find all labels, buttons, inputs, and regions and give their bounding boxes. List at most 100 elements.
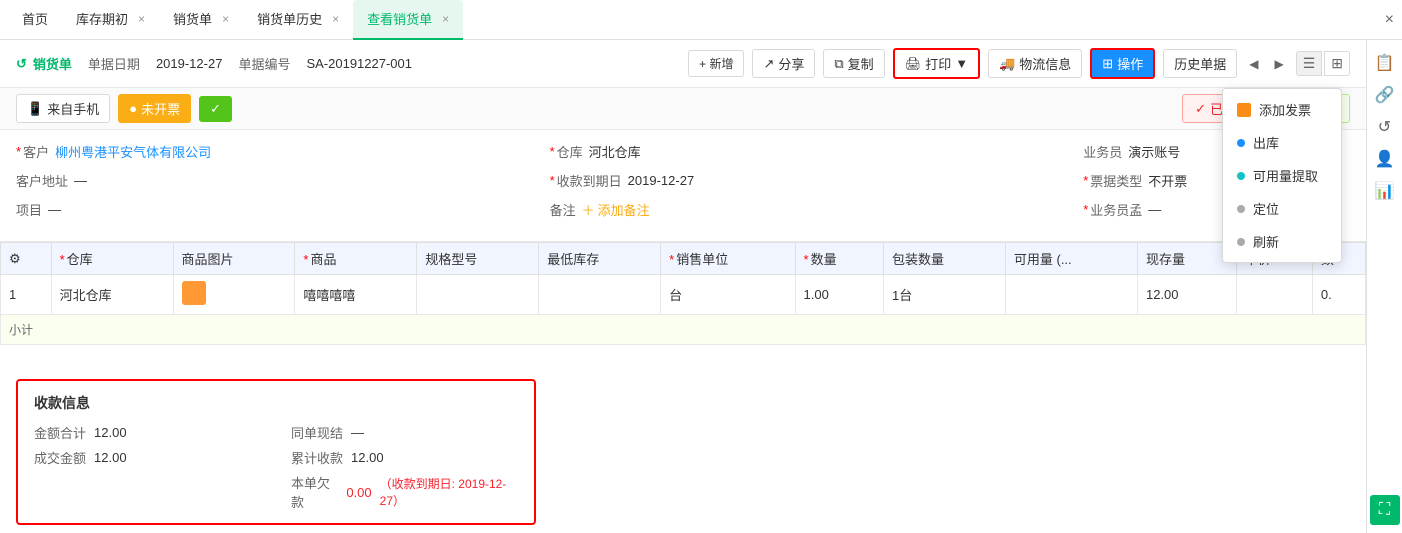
payment-owed: 本单欠款 0.00 （收款到期日: 2019-12-27） <box>291 473 518 511</box>
staff2-label: 业务员孟 <box>1090 200 1142 219</box>
history-button[interactable]: 历史单据 <box>1163 49 1237 78</box>
doc-header: ↺ 销货单 单据日期 2019-12-27 单据编号 SA-20191227-0… <box>0 40 1366 88</box>
view-toggle: ☰ ⊞ <box>1296 51 1350 76</box>
share-button[interactable]: ↗ 分享 <box>752 49 815 78</box>
payment-same-order: 同单现结 — <box>291 423 518 442</box>
col-gear[interactable]: ⚙ <box>1 243 52 275</box>
outbound-item[interactable]: 出库 <box>1223 126 1341 159</box>
same-order-value: — <box>351 425 364 440</box>
tab-bar: 首页 库存期初 × 销货单 × 销货单历史 × 查看销货单 × × <box>0 0 1402 40</box>
customer-field: * 客户 柳州粤港平安气体有限公司 <box>16 142 550 161</box>
same-order-label: 同单现结 <box>291 423 343 442</box>
prev-arrow[interactable]: ◀ <box>1245 57 1262 71</box>
payment-date-label: 收款到期日 <box>557 171 622 190</box>
from-phone-btn[interactable]: 📱 来自手机 <box>16 94 110 123</box>
cell-product: 嘻嘻嘻嘻 <box>295 275 417 315</box>
refresh-item[interactable]: 刷新 <box>1223 225 1341 258</box>
cell-amount: 0. <box>1312 275 1365 315</box>
grid-icon: ⊞ <box>1102 56 1113 72</box>
cumulative-label: 累计收款 <box>291 448 343 467</box>
table-header-row: ⚙ *仓库 商品图片 *商品 规格型号 最低库存 *销售单位 *数量 包装数量 … <box>1 243 1366 275</box>
ticket-required: * <box>1083 173 1088 188</box>
customer-label: 客户 <box>23 142 49 161</box>
warehouse-field: * 仓库 河北仓库 <box>550 142 1084 161</box>
col-unit: *销售单位 <box>661 243 795 275</box>
number-label: 单据编号 <box>238 54 290 73</box>
customer-value[interactable]: 柳州粤港平安气体有限公司 <box>55 142 211 161</box>
date-value: 2019-12-27 <box>156 56 223 71</box>
plus-icon: ＋ <box>582 200 595 219</box>
customer-required: * <box>16 144 21 159</box>
subtotal-label: 小计 <box>1 315 1366 345</box>
check-icon: ✓ <box>210 101 221 117</box>
available-qty-item[interactable]: 可用量提取 <box>1223 159 1341 192</box>
col-warehouse: *仓库 <box>51 243 173 275</box>
col-product: *商品 <box>295 243 417 275</box>
cell-warehouse: 河北仓库 <box>51 275 173 315</box>
operations-button[interactable]: ⊞ 操作 <box>1090 48 1155 79</box>
tab-view-sales-close[interactable]: × <box>442 12 449 26</box>
tab-inventory-close[interactable]: × <box>138 12 145 26</box>
copy-button[interactable]: ⧉ 复制 <box>823 49 884 78</box>
toolbar-row: 📱 来自手机 ● 未开票 ✓ ✓ 已核销 ✓ 已生效 <box>0 88 1366 130</box>
sidebar-user-icon[interactable]: 👤 <box>1370 144 1400 174</box>
date-label: 单据日期 <box>88 54 140 73</box>
sidebar-chart-icon[interactable]: 📊 <box>1370 176 1400 206</box>
owed-label: 本单欠款 <box>291 473 338 511</box>
tab-inventory[interactable]: 库存期初 × <box>62 0 159 40</box>
project-label: 项目 <box>16 200 42 219</box>
locate-item[interactable]: 定位 <box>1223 192 1341 225</box>
doc-meta: 单据日期 2019-12-27 单据编号 SA-20191227-001 <box>88 54 412 73</box>
add-invoice-item[interactable]: 添加发票 <box>1223 93 1341 126</box>
not-open-btn[interactable]: ● 未开票 <box>118 94 191 123</box>
phone-icon: 📱 <box>27 101 43 117</box>
tab-home[interactable]: 首页 <box>8 0 62 40</box>
sidebar-link-icon[interactable]: 🔗 <box>1370 80 1400 110</box>
payment-date-field: * 收款到期日 2019-12-27 <box>550 171 1084 190</box>
tab-sales[interactable]: 销货单 × <box>159 0 243 40</box>
col-min-stock: 最低库存 <box>539 243 661 275</box>
cumulative-value: 12.00 <box>351 450 384 465</box>
sales-table: ⚙ *仓库 商品图片 *商品 规格型号 最低库存 *销售单位 *数量 包装数量 … <box>0 242 1366 345</box>
add-note-btn[interactable]: ＋ 添加备注 <box>582 200 650 219</box>
right-sidebar: 📋 🔗 ↺ 👤 📊 ⛶ <box>1366 40 1402 533</box>
form-area: * 客户 柳州粤港平安气体有限公司 * 仓库 河北仓库 业务员 演示账号 客户地… <box>0 130 1366 242</box>
form-row-2: 客户地址 — * 收款到期日 2019-12-27 * 票据类型 不开票 <box>16 171 1350 190</box>
print-button[interactable]: 🖨 打印 ▼ <box>893 48 980 79</box>
tab-sales-history[interactable]: 销货单历史 × <box>243 0 353 40</box>
subtotal-row: 小计 <box>1 315 1366 345</box>
table-row: 1 河北仓库 嘻嘻嘻嘻 台 1.00 1台 12.00 <box>1 275 1366 315</box>
list-view-btn[interactable]: ☰ <box>1296 51 1323 76</box>
payment-info-box: 收款信息 金额合计 12.00 同单现结 — 成交金额 12.00 累计收款 1… <box>16 379 536 525</box>
refresh-icon <box>1237 238 1245 246</box>
cell-min-stock <box>539 275 661 315</box>
outbound-icon <box>1237 139 1245 147</box>
available-icon <box>1237 172 1245 180</box>
cell-avail <box>1005 275 1137 315</box>
cell-no: 1 <box>1 275 52 315</box>
new-button[interactable]: + 新增 <box>688 50 744 77</box>
tab-sales-history-close[interactable]: × <box>332 12 339 26</box>
next-arrow[interactable]: ▶ <box>1270 57 1287 71</box>
tab-sales-close[interactable]: × <box>222 12 229 26</box>
sidebar-expand-icon[interactable]: ⛶ <box>1370 495 1400 525</box>
staff2-value: — <box>1148 202 1161 217</box>
cell-qty: 1.00 <box>795 275 883 315</box>
tab-view-sales[interactable]: 查看销货单 × <box>353 0 463 40</box>
doc-icon: ↺ <box>16 56 27 72</box>
project-value: — <box>48 202 61 217</box>
owed-value: 0.00 <box>346 485 371 500</box>
cell-stock: 12.00 <box>1137 275 1236 315</box>
ticket-type-label: 票据类型 <box>1090 171 1142 190</box>
window-close-button[interactable]: × <box>1385 11 1394 29</box>
sidebar-refresh-icon[interactable]: ↺ <box>1370 112 1400 142</box>
col-qty: *数量 <box>795 243 883 275</box>
grid-view-btn[interactable]: ⊞ <box>1324 51 1350 76</box>
owed-note: （收款到期日: 2019-12-27） <box>380 475 518 509</box>
sidebar-doc-icon[interactable]: 📋 <box>1370 48 1400 78</box>
form-row-3: 项目 — 备注 ＋ 添加备注 * 业务员孟 — <box>16 200 1350 219</box>
note-label: 备注 <box>550 200 576 219</box>
address-value: — <box>74 173 87 188</box>
logistics-button[interactable]: 🚚 物流信息 <box>988 49 1082 78</box>
check-btn[interactable]: ✓ <box>199 96 232 122</box>
